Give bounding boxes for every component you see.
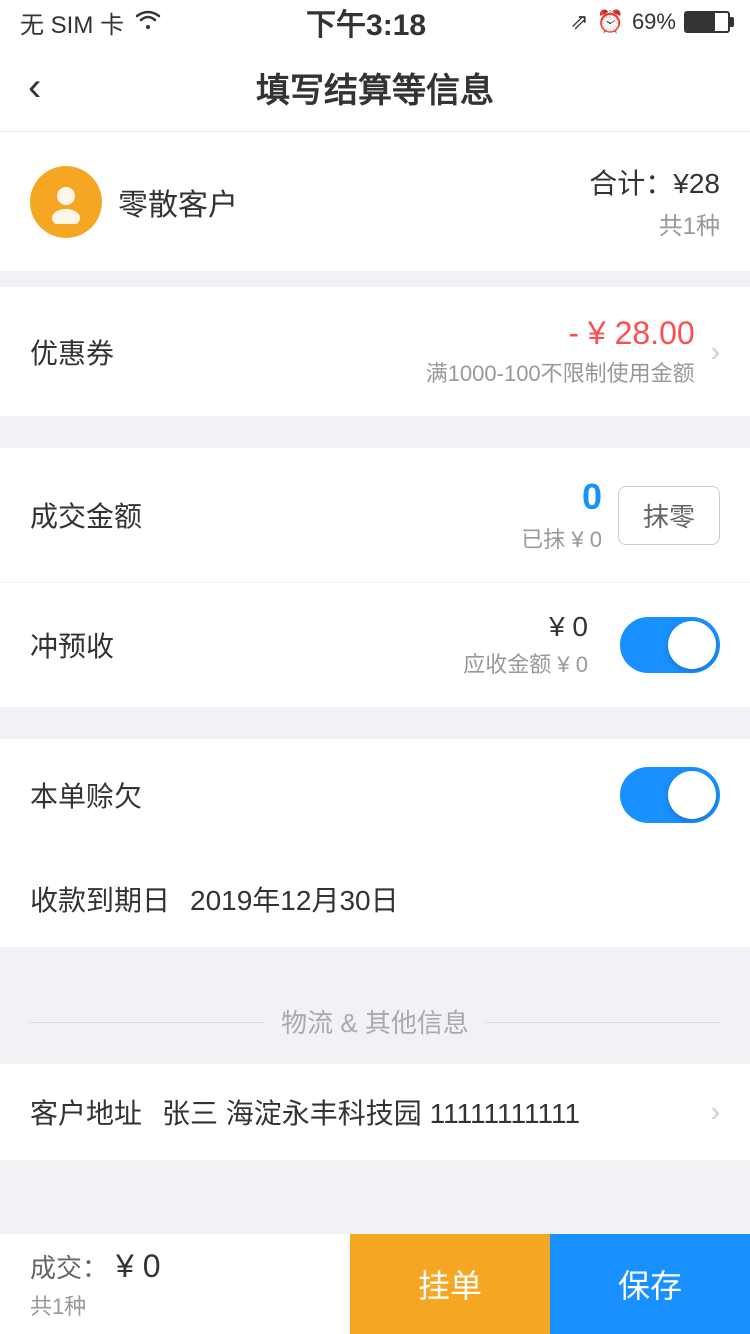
status-time: 下午3:18	[306, 0, 426, 44]
address-value: 张三 海淀永丰科技园 11111111111	[162, 1092, 711, 1132]
alarm-icon: ⏰	[597, 9, 624, 35]
toggle-knob	[668, 621, 716, 669]
due-date-value: 2019年12月30日	[190, 879, 399, 919]
pending-button[interactable]: 挂单	[350, 1234, 550, 1334]
debt-label: 本单赊欠	[30, 775, 142, 815]
coupon-content: - ¥ 28.00 满1000-100不限制使用金额	[426, 315, 695, 388]
address-card: 客户地址 张三 海淀永丰科技园 11111111111 ›	[0, 1064, 750, 1160]
bottom-deal-amount: ¥ 0	[116, 1248, 160, 1285]
main-content: 零散客户 合计：¥28 共1种 优惠券 - ¥ 28.00 满1000-100不…	[0, 132, 750, 1296]
debt-row: 本单赊欠	[0, 739, 750, 851]
logistics-title: 物流 & 其他信息	[265, 1003, 485, 1040]
coupon-label: 优惠券	[30, 332, 114, 372]
bottom-bar: 成交： ¥ 0 共1种 挂单 保存	[0, 1234, 750, 1334]
logistics-header: 物流 & 其他信息	[0, 979, 750, 1064]
deal-amount-sub: 已抹 ¥ 0	[521, 522, 602, 554]
customer-right: 合计：¥28 共1种	[589, 162, 720, 241]
deal-amount-card: 成交金额 0 已抹 ¥ 0 抹零 冲预收 ¥ 0 应收金额 ¥ 0	[0, 448, 750, 707]
coupon-discount: - ¥ 28.00	[426, 315, 695, 352]
prepaid-label: 冲预收	[30, 625, 114, 665]
coupon-right: - ¥ 28.00 满1000-100不限制使用金额 ›	[426, 315, 720, 388]
page-title: 填写结算等信息	[256, 63, 494, 112]
bottom-deal: 成交： ¥ 0	[30, 1248, 320, 1285]
due-date-row[interactable]: 收款到期日 2019年12月30日	[0, 851, 750, 947]
deal-amount-value[interactable]: 0	[521, 476, 602, 518]
prepaid-right: ¥ 0 应收金额 ¥ 0	[463, 611, 720, 679]
battery-percent: 69%	[632, 9, 676, 35]
debt-toggle[interactable]	[620, 767, 720, 823]
coupon-card: 优惠券 - ¥ 28.00 满1000-100不限制使用金额 ›	[0, 287, 750, 416]
address-chevron-icon: ›	[711, 1096, 720, 1128]
status-bar-right: ⇗ ⏰ 69%	[570, 9, 730, 35]
due-date-label: 收款到期日	[30, 879, 170, 919]
deal-amount-right: 0 已抹 ¥ 0 抹零	[521, 476, 720, 554]
address-label: 客户地址	[30, 1092, 142, 1132]
customer-left: 零散客户	[30, 166, 238, 238]
bottom-count: 共1种	[30, 1289, 320, 1321]
section-divider-2	[0, 723, 750, 739]
round-zero-button[interactable]: 抹零	[618, 486, 720, 545]
deal-amount-content: 0 已抹 ¥ 0	[521, 476, 602, 554]
customer-total: 合计：¥28	[589, 162, 720, 202]
debt-card: 本单赊欠 收款到期日 2019年12月30日	[0, 739, 750, 947]
status-bar-left: 无 SIM 卡	[20, 5, 162, 40]
coupon-desc: 满1000-100不限制使用金额	[426, 356, 695, 388]
battery-icon	[684, 11, 730, 33]
section-divider-1	[0, 432, 750, 448]
nav-bar: ‹ 填写结算等信息	[0, 44, 750, 132]
address-row[interactable]: 客户地址 张三 海淀永丰科技园 11111111111 ›	[0, 1064, 750, 1160]
section-divider-3	[0, 963, 750, 979]
deal-amount-row: 成交金额 0 已抹 ¥ 0 抹零	[0, 448, 750, 583]
avatar-icon	[44, 180, 88, 224]
prepaid-amount: ¥ 0	[463, 611, 588, 643]
prepaid-toggle[interactable]	[620, 617, 720, 673]
status-bar: 无 SIM 卡 下午3:18 ⇗ ⏰ 69%	[0, 0, 750, 44]
coupon-row[interactable]: 优惠券 - ¥ 28.00 满1000-100不限制使用金额 ›	[0, 287, 750, 416]
deal-amount-label: 成交金额	[30, 495, 142, 535]
chevron-right-icon: ›	[711, 336, 720, 368]
location-icon: ⇗	[570, 9, 588, 35]
bottom-deal-label: 成交：	[30, 1248, 108, 1285]
prepaid-info: ¥ 0 应收金额 ¥ 0	[463, 611, 588, 679]
debt-toggle-knob	[668, 771, 716, 819]
wifi-icon	[134, 8, 162, 37]
prepaid-row: 冲预收 ¥ 0 应收金额 ¥ 0	[0, 583, 750, 707]
customer-count: 共1种	[589, 206, 720, 241]
customer-name: 零散客户	[118, 180, 238, 224]
prepaid-sub: 应收金额 ¥ 0	[463, 647, 588, 679]
bottom-summary: 成交： ¥ 0 共1种	[0, 1248, 350, 1321]
save-button[interactable]: 保存	[550, 1234, 750, 1334]
back-button[interactable]: ‹	[28, 65, 41, 110]
customer-avatar	[30, 166, 102, 238]
network-label: 无 SIM 卡	[20, 5, 124, 40]
customer-row[interactable]: 零散客户 合计：¥28 共1种	[0, 132, 750, 271]
